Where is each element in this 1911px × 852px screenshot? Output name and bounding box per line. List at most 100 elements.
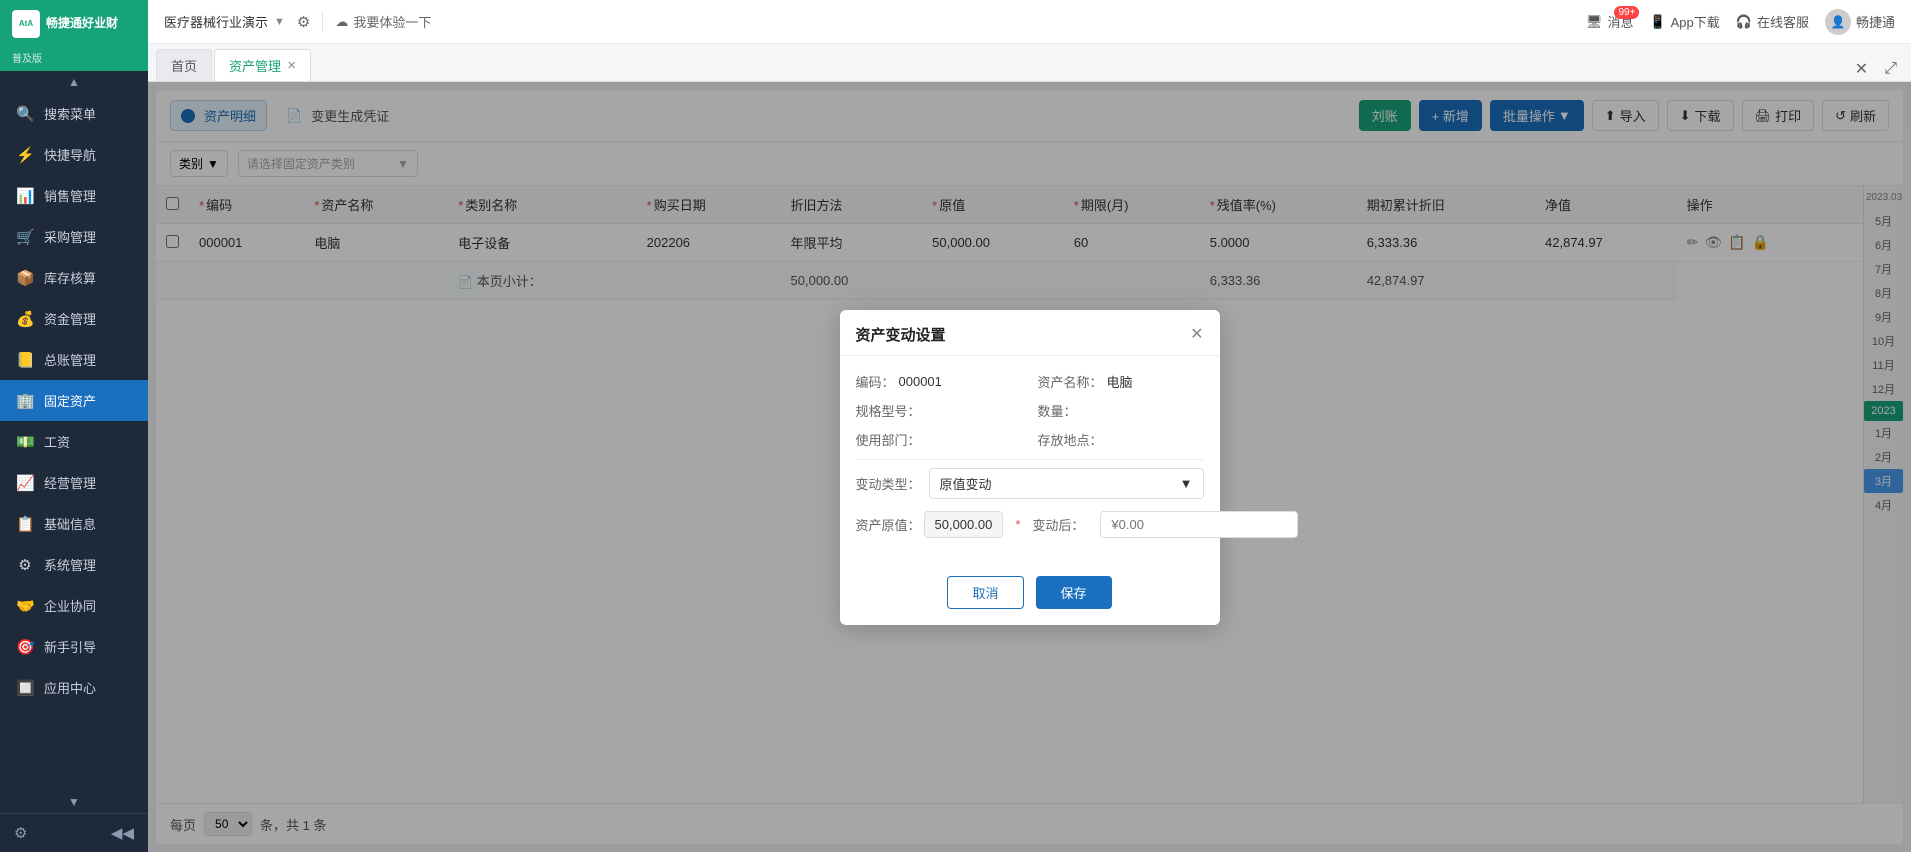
sidebar-label-sales: 销售管理 — [44, 186, 96, 205]
asset-tab-label: 资产管理 — [229, 56, 281, 75]
sidebar-item-quick-nav[interactable]: ⚡ 快捷导航 — [0, 134, 148, 175]
system-icon: ⚙ — [16, 556, 34, 574]
notifications-button[interactable]: 🖥 消息 99+ — [1586, 12, 1634, 31]
cloud-icon: ☁ — [335, 14, 348, 30]
dialog-overlay: 资产变动设置 ✕ 编码： 000001 资产名称： 电脑 — [148, 82, 1911, 852]
sidebar-label-ledger: 总账管理 — [44, 350, 96, 369]
sidebar-item-ledger[interactable]: 📒 总账管理 — [0, 339, 148, 380]
cancel-button[interactable]: 取消 — [947, 576, 1023, 609]
tab-asset-management[interactable]: 资产管理 ✕ — [214, 49, 311, 81]
tab-close-window-button[interactable]: ✕ — [1849, 57, 1874, 81]
collapse-icon[interactable]: ◀◀ — [111, 824, 134, 842]
dialog-row-spec-qty: 规格型号： 数量： — [856, 401, 1204, 420]
sidebar-item-payroll[interactable]: 💵 工资 — [0, 421, 148, 462]
dialog-asset-value-row: 资产原值： 50,000.00 * 变动后： — [856, 511, 1204, 538]
tab-maximize-button[interactable]: ⤢ — [1878, 58, 1903, 80]
spec-label: 规格型号： — [856, 401, 921, 420]
sidebar-item-sales[interactable]: 📊 销售管理 — [0, 175, 148, 216]
topbar-right: 🖥 消息 99+ 📱 App下载 🎧 在线客服 👤 畅捷通 — [1586, 9, 1895, 35]
company-selector[interactable]: 医疗器械行业演示 ▼ — [164, 12, 285, 31]
payroll-icon: 💵 — [16, 433, 34, 451]
sidebar-label-guide: 新手引导 — [44, 637, 96, 656]
qty-label: 数量： — [1038, 401, 1077, 420]
sidebar-label-funds: 资金管理 — [44, 309, 96, 328]
change-type-label: 变动类型： — [856, 474, 921, 493]
asset-value-label: 资产原值： — [856, 515, 916, 534]
online-service-button[interactable]: 🎧 在线客服 — [1736, 12, 1809, 31]
sidebar-label-payroll: 工资 — [44, 432, 70, 451]
asset-name-value: 电脑 — [1107, 372, 1133, 391]
inventory-icon: 📦 — [16, 269, 34, 287]
sidebar-item-operations[interactable]: 📈 经营管理 — [0, 462, 148, 503]
code-value: 000001 — [899, 374, 942, 389]
online-service-label: 在线客服 — [1757, 12, 1809, 31]
topbar-settings-icon[interactable]: ⚙ — [297, 13, 310, 31]
content-area: 资产明细 📄 变更生成凭证 刘账 + 新增 批量操作 ▼ ⬆ 导入 — [148, 82, 1911, 852]
change-after-label: 变动后： — [1032, 515, 1092, 534]
edition-label: 普及版 — [0, 48, 148, 71]
sidebar-item-app-center[interactable]: 🔲 应用中心 — [0, 667, 148, 708]
bell-icon: 🖥 — [1586, 14, 1603, 30]
dialog-title: 资产变动设置 — [856, 324, 946, 345]
topbar-divider — [322, 12, 323, 32]
download-icon: 📱 — [1649, 14, 1665, 30]
scroll-up-button[interactable]: ▲ — [0, 71, 148, 93]
search-icon: 🔍 — [16, 105, 34, 123]
chart-icon: 📈 — [16, 474, 34, 492]
change-type-select[interactable]: 原值变动 ▼ — [929, 468, 1204, 499]
info-icon: 📋 — [16, 515, 34, 533]
change-type-value: 原值变动 — [940, 474, 992, 493]
app-name: 畅捷通好业财 — [46, 16, 118, 32]
sidebar-label-enterprise: 企业协同 — [44, 596, 96, 615]
sidebar-item-enterprise[interactable]: 🤝 企业协同 — [0, 585, 148, 626]
tabs-right-buttons: ✕ ⤢ — [1849, 57, 1903, 81]
scroll-down-button[interactable]: ▼ — [0, 791, 148, 813]
experience-button[interactable]: ☁ 我要体验一下 — [335, 12, 431, 31]
experience-label: 我要体验一下 — [353, 12, 431, 31]
app-download-button[interactable]: 📱 App下载 — [1649, 12, 1719, 31]
settings-icon[interactable]: ⚙ — [14, 824, 27, 842]
sidebar-menu: 🔍 搜索菜单 ⚡ 快捷导航 📊 销售管理 🛒 采购管理 📦 库存核算 💰 资金管… — [0, 93, 148, 791]
sidebar-item-guide[interactable]: 🎯 新手引导 — [0, 626, 148, 667]
dialog-close-button[interactable]: ✕ — [1190, 324, 1203, 344]
building-icon: 🏢 — [16, 392, 34, 410]
dialog-change-type-row: 变动类型： 原值变动 ▼ — [856, 468, 1204, 499]
user-name: 畅捷通 — [1856, 12, 1895, 31]
sidebar-item-purchase[interactable]: 🛒 采购管理 — [0, 216, 148, 257]
sidebar-item-inventory[interactable]: 📦 库存核算 — [0, 257, 148, 298]
sidebar-item-fixed-assets[interactable]: 🏢 固定资产 — [0, 380, 148, 421]
dialog-field-qty: 数量： — [1038, 401, 1204, 420]
tab-close-icon[interactable]: ✕ — [287, 59, 296, 72]
sidebar-item-search[interactable]: 🔍 搜索菜单 — [0, 93, 148, 134]
save-button[interactable]: 保存 — [1036, 576, 1112, 609]
sidebar-bottom: ⚙ ◀◀ — [0, 813, 148, 852]
dialog-row-code-name: 编码： 000001 资产名称： 电脑 — [856, 372, 1204, 391]
main-area: 医疗器械行业演示 ▼ ⚙ ☁ 我要体验一下 🖥 消息 99+ 📱 App下载 🎧… — [148, 0, 1911, 852]
sidebar-item-funds[interactable]: 💰 资金管理 — [0, 298, 148, 339]
dialog-row-dept-loc: 使用部门： 存放地点： — [856, 430, 1204, 449]
user-menu[interactable]: 👤 畅捷通 — [1825, 9, 1895, 35]
asset-value-display: 50,000.00 — [924, 511, 1004, 538]
sidebar-label-system: 系统管理 — [44, 555, 96, 574]
sidebar-item-basic-info[interactable]: 📋 基础信息 — [0, 503, 148, 544]
sidebar-label-purchase: 采购管理 — [44, 227, 96, 246]
change-after-input[interactable] — [1100, 511, 1298, 538]
dialog-field-dept: 使用部门： — [856, 430, 1022, 449]
dialog-field-location: 存放地点： — [1038, 430, 1204, 449]
dialog-header: 资产变动设置 ✕ — [840, 310, 1220, 356]
collab-icon: 🤝 — [16, 597, 34, 615]
asset-name-label: 资产名称： — [1038, 372, 1103, 391]
headset-icon: 🎧 — [1736, 14, 1752, 30]
sidebar-item-system[interactable]: ⚙ 系统管理 — [0, 544, 148, 585]
sidebar-label-app-center: 应用中心 — [44, 678, 96, 697]
sidebar-label-inventory: 库存核算 — [44, 268, 96, 287]
sidebar-label-search: 搜索菜单 — [44, 104, 96, 123]
location-label: 存放地点： — [1038, 430, 1103, 449]
code-label: 编码： — [856, 372, 895, 391]
lightning-icon: ⚡ — [16, 146, 34, 164]
dialog-divider — [856, 459, 1204, 460]
tab-home[interactable]: 首页 — [156, 49, 212, 81]
notification-badge: 99+ — [1614, 6, 1639, 19]
home-tab-label: 首页 — [171, 56, 197, 75]
dialog-body: 编码： 000001 资产名称： 电脑 规格型号： — [840, 356, 1220, 566]
